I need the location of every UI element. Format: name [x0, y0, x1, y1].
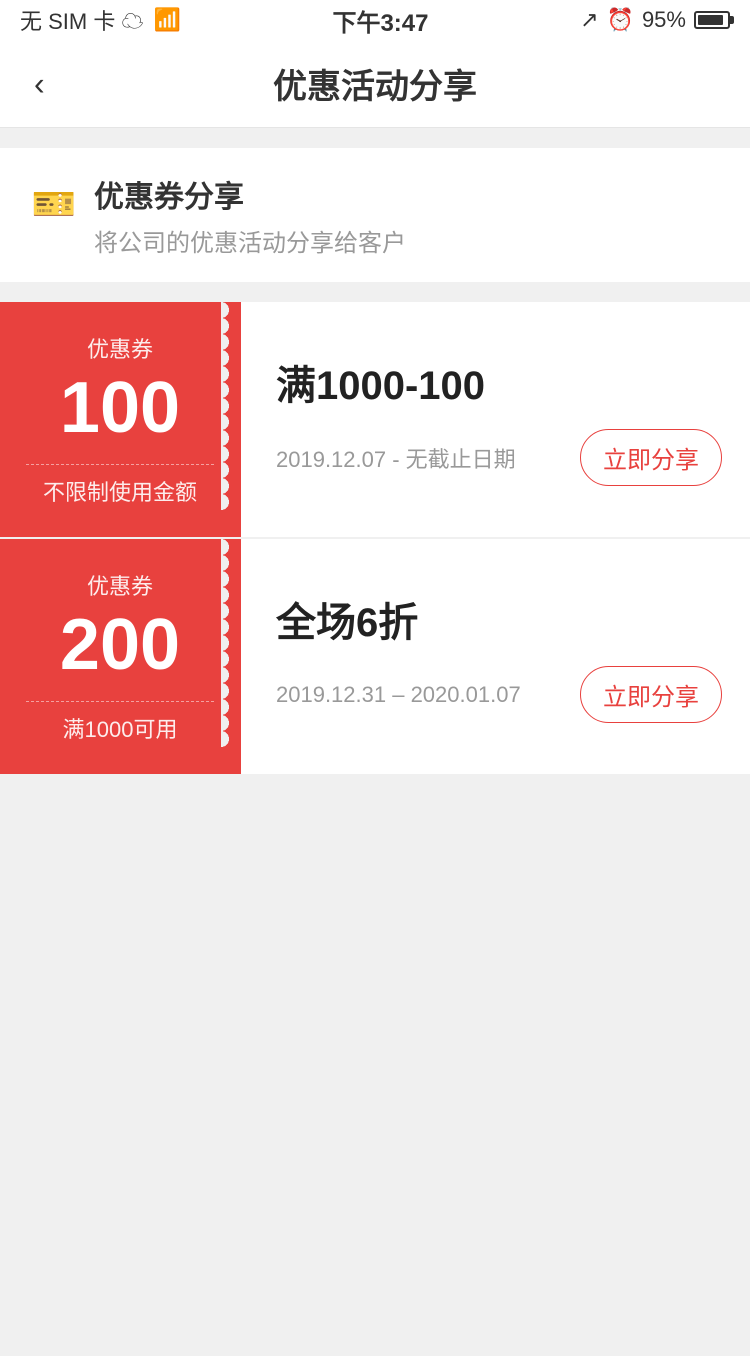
share-button-2[interactable]: 立即分享 [580, 666, 722, 723]
coupon-right-1: 满1000-100 2019.12.07 - 无截止日期 立即分享 [240, 302, 750, 537]
coupon-name-1: 满1000-100 [276, 353, 722, 411]
coupon-amount-1: 100 [60, 372, 180, 444]
back-button[interactable]: ‹ [24, 55, 55, 112]
coupon-condition-2: 满1000可用 [63, 712, 178, 744]
coupon-card-2: 优惠券 200 满1000可用 全场6折 2019.12.31 – 2020.0… [0, 539, 750, 774]
coupon-meta-row-1: 2019.12.07 - 无截止日期 立即分享 [276, 429, 722, 486]
status-left: 无 SIM 卡 ☁ 📶 [20, 4, 181, 36]
coupon-card: 优惠券 100 不限制使用金额 满1000-100 2019.12.07 - 无… [0, 302, 750, 537]
coupon-date-1: 2019.12.07 - 无截止日期 [276, 442, 516, 474]
section-title: 优惠券分享 [94, 178, 406, 217]
location-icon: ↗ [580, 7, 598, 33]
coupon-name-2: 全场6折 [276, 590, 722, 648]
coupon-amount-2: 200 [60, 609, 180, 681]
coupon-right-2: 全场6折 2019.12.31 – 2020.01.07 立即分享 [240, 539, 750, 774]
coupon-share-icon: 🎫 [30, 180, 78, 228]
coupon-list: 优惠券 100 不限制使用金额 满1000-100 2019.12.07 - 无… [0, 302, 750, 776]
section-subtitle: 将公司的优惠活动分享给客户 [94, 223, 406, 258]
battery-icon [694, 11, 730, 29]
status-right: ↗ ⏰ 95% [580, 7, 730, 33]
coupon-date-2: 2019.12.31 – 2020.01.07 [276, 682, 521, 708]
coupon-type-label-2: 优惠券 [87, 569, 153, 601]
battery-percent: 95% [642, 7, 686, 33]
coupon-type-label-1: 优惠券 [87, 332, 153, 364]
coupon-left-2: 优惠券 200 满1000可用 [0, 539, 240, 774]
empty-area [0, 776, 750, 1356]
sim-label: 无 SIM 卡 ☁ [20, 4, 143, 36]
status-bar: 无 SIM 卡 ☁ 📶 下午3:47 ↗ ⏰ 95% [0, 0, 750, 40]
section-header: 🎫 优惠券分享 将公司的优惠活动分享给客户 [0, 148, 750, 282]
wifi-icon: 📶 [153, 7, 180, 33]
status-time: 下午3:47 [332, 3, 428, 38]
page-title: 优惠活动分享 [273, 59, 477, 108]
coupon-left-1: 优惠券 100 不限制使用金额 [0, 302, 240, 537]
section-text-group: 优惠券分享 将公司的优惠活动分享给客户 [94, 178, 406, 258]
share-button-1[interactable]: 立即分享 [580, 429, 722, 486]
coupon-meta-row-2: 2019.12.31 – 2020.01.07 立即分享 [276, 666, 722, 723]
alarm-icon: ⏰ [607, 7, 634, 33]
nav-bar: ‹ 优惠活动分享 [0, 40, 750, 128]
coupon-condition-1: 不限制使用金额 [43, 475, 197, 507]
